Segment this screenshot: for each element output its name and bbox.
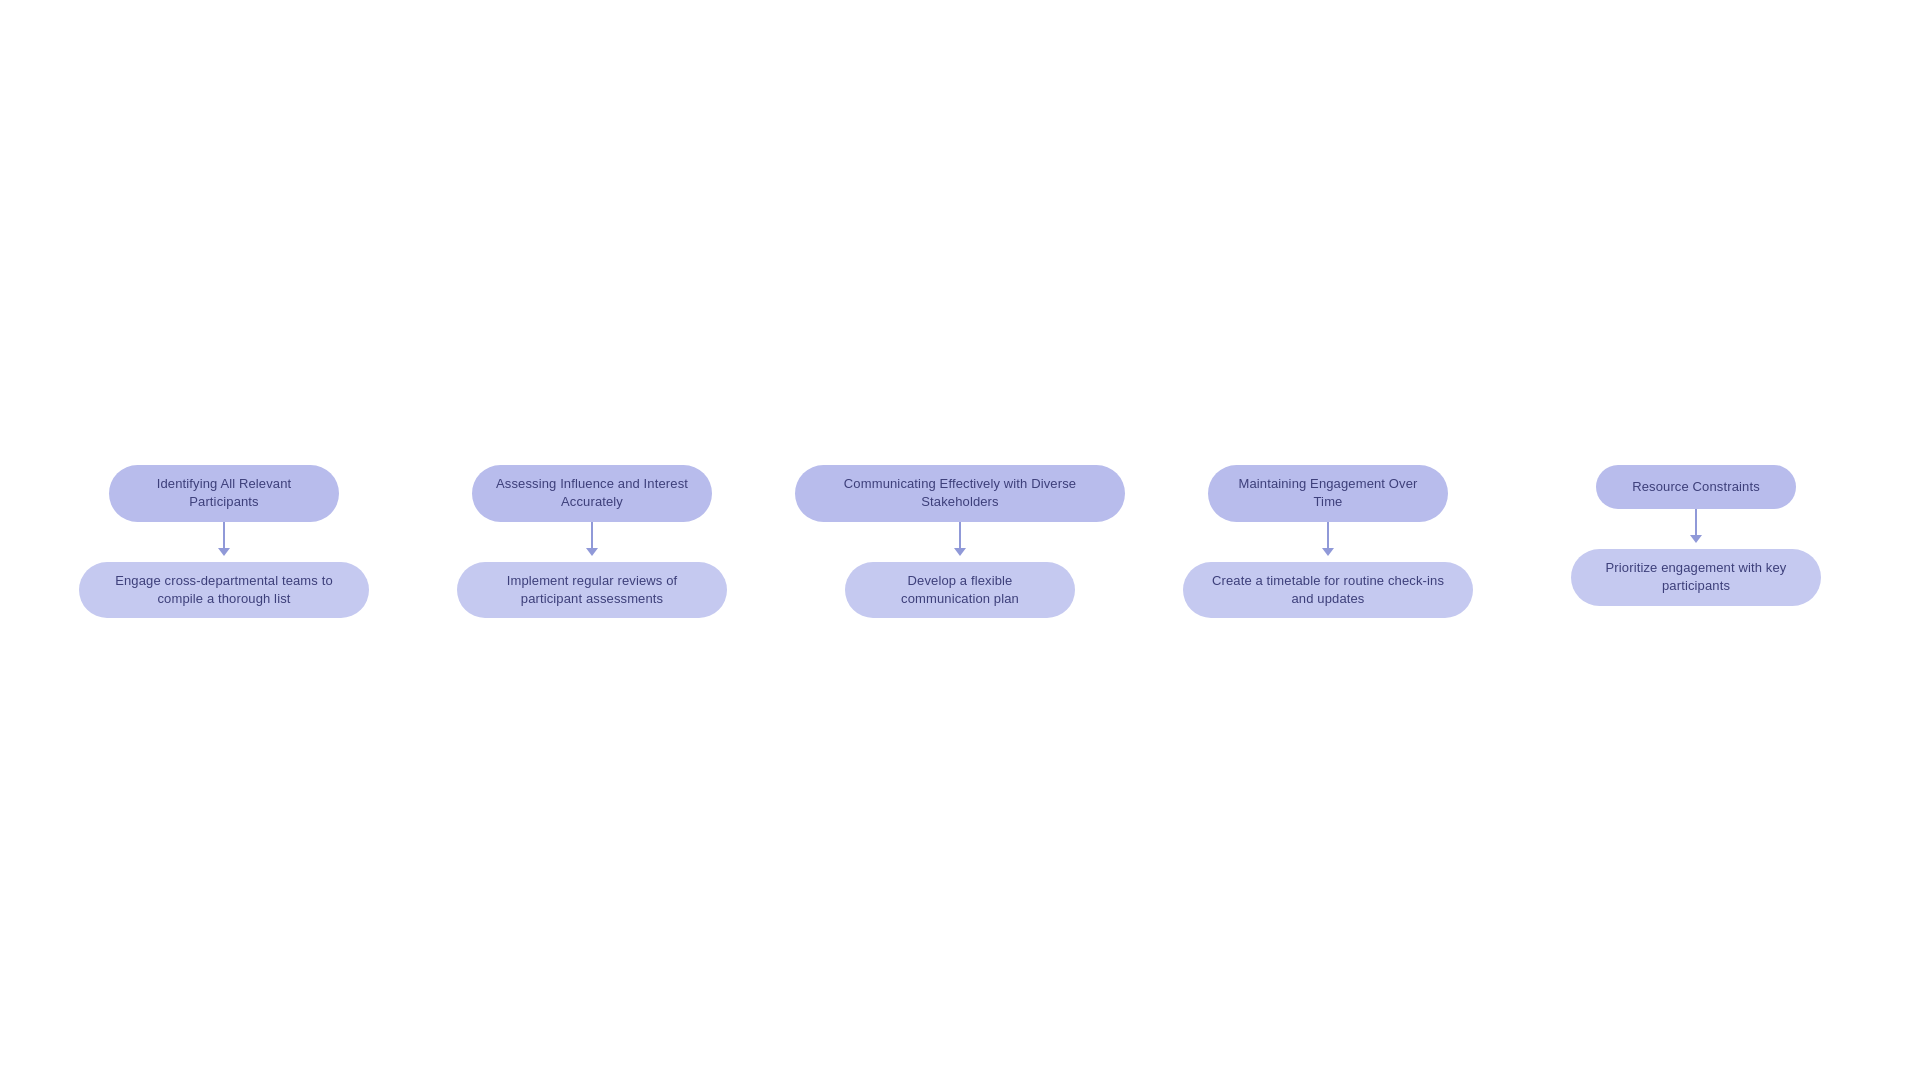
- column-col4: Maintaining Engagement Over Time Create a…: [1144, 465, 1512, 618]
- arrow-line: [959, 522, 961, 548]
- arrow-head: [1322, 548, 1334, 556]
- arrow-col4: [1322, 522, 1334, 562]
- bottom-node-col2[interactable]: Implement regular reviews of participant…: [457, 562, 727, 618]
- bottom-node-col3[interactable]: Develop a flexible communication plan: [845, 562, 1075, 618]
- arrow-line: [1327, 522, 1329, 548]
- bottom-node-col5[interactable]: Prioritize engagement with key participa…: [1571, 549, 1821, 605]
- arrow-line: [591, 522, 593, 548]
- top-node-col3[interactable]: Communicating Effectively with Diverse S…: [795, 465, 1125, 521]
- arrow-head: [586, 548, 598, 556]
- top-node-col1[interactable]: Identifying All Relevant Participants: [109, 465, 339, 521]
- arrow-col5: [1690, 509, 1702, 549]
- diagram-container: Identifying All Relevant Participants Eng…: [0, 0, 1920, 1083]
- top-node-col5[interactable]: Resource Constraints: [1596, 465, 1796, 509]
- top-node-col4[interactable]: Maintaining Engagement Over Time: [1208, 465, 1448, 521]
- arrow-head: [1690, 535, 1702, 543]
- columns-wrapper: Identifying All Relevant Participants Eng…: [0, 465, 1920, 618]
- column-col2: Assessing Influence and Interest Accurat…: [408, 465, 776, 618]
- arrow-head: [954, 548, 966, 556]
- bottom-node-col4[interactable]: Create a timetable for routine check-ins…: [1183, 562, 1473, 618]
- column-col3: Communicating Effectively with Diverse S…: [776, 465, 1144, 618]
- arrow-col2: [586, 522, 598, 562]
- top-node-col2[interactable]: Assessing Influence and Interest Accurat…: [472, 465, 712, 521]
- arrow-col3: [954, 522, 966, 562]
- arrow-head: [218, 548, 230, 556]
- arrow-col1: [218, 522, 230, 562]
- arrow-line: [1695, 509, 1697, 535]
- column-col1: Identifying All Relevant Participants Eng…: [40, 465, 408, 618]
- arrow-line: [223, 522, 225, 548]
- column-col5: Resource Constraints Prioritize engagemen…: [1512, 465, 1880, 605]
- bottom-node-col1[interactable]: Engage cross-departmental teams to compi…: [79, 562, 369, 618]
